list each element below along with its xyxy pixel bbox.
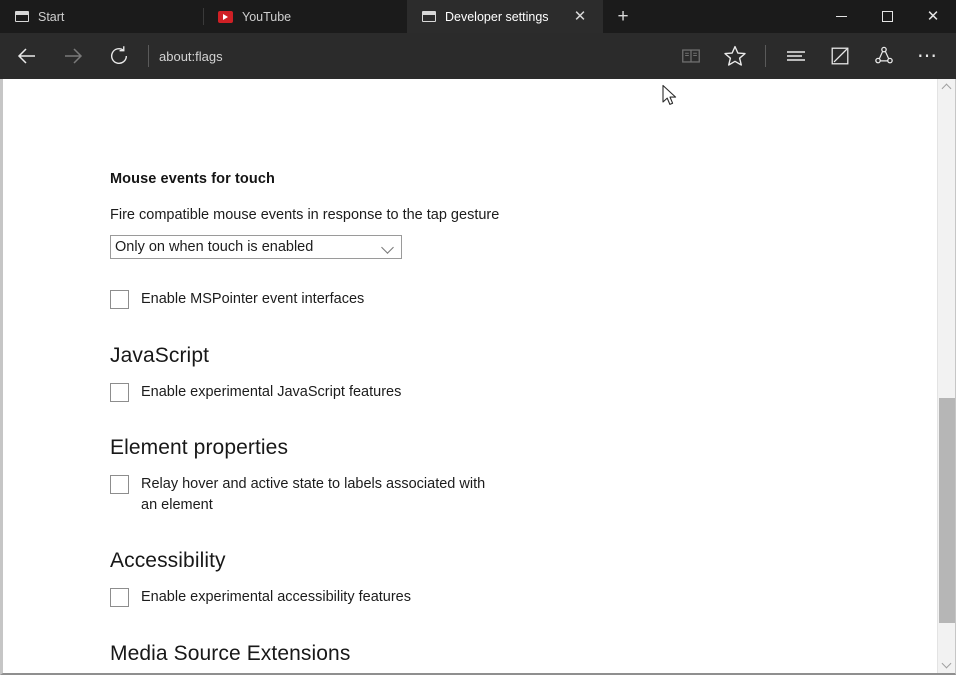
window-icon [421, 9, 436, 24]
back-button[interactable] [4, 36, 50, 76]
minimize-icon [835, 16, 847, 17]
tab-title: Developer settings [445, 9, 549, 24]
section-description: Fire compatible mouse events in response… [110, 207, 500, 223]
scroll-up-button[interactable] [938, 79, 955, 96]
scrollbar-thumb[interactable] [939, 398, 955, 624]
section-javascript: JavaScript Enable experimental JavaScrip… [110, 344, 937, 403]
window-icon [14, 9, 29, 24]
close-window-button[interactable]: ✕ [910, 0, 956, 33]
checkbox-enable-experimental-accessibility[interactable] [110, 588, 129, 608]
page-viewport: Mouse events for touch Fire compatible m… [0, 79, 956, 675]
section-mouse-events-for-touch: Mouse events for touch Fire compatible m… [110, 171, 937, 310]
maximize-button[interactable] [864, 0, 910, 33]
back-arrow-icon [17, 48, 35, 64]
share-icon [875, 46, 893, 64]
ellipsis-icon: ⋯ [917, 45, 939, 67]
share-button[interactable] [862, 36, 906, 76]
address-input[interactable]: about:flags [159, 49, 669, 64]
checkbox-row-relay-hover[interactable]: Relay hover and active state to labels a… [110, 474, 937, 515]
close-icon: ✕ [926, 8, 940, 25]
tab-youtube[interactable]: YouTube [204, 0, 407, 33]
section-element-properties: Element properties Relay hover and activ… [110, 436, 937, 515]
scrollbar-track[interactable] [938, 96, 955, 656]
pen-note-icon [831, 47, 849, 65]
minimize-button[interactable] [818, 0, 864, 33]
maximize-icon [881, 11, 893, 22]
refresh-button[interactable] [96, 36, 142, 76]
tab-strip: Start YouTube Developer settings ✕ + ✕ [0, 0, 956, 33]
checkbox-label: Enable MSPointer event interfaces [141, 291, 365, 307]
favorites-button[interactable] [713, 36, 757, 76]
navigation-toolbar: about:flags ⋯ [0, 33, 956, 79]
forward-button[interactable] [50, 36, 96, 76]
checkbox-row-experimental-accessibility[interactable]: Enable experimental accessibility featur… [110, 587, 937, 608]
section-heading: Element properties [110, 436, 289, 460]
chevron-down-icon [382, 241, 395, 254]
checkbox-row-experimental-javascript[interactable]: Enable experimental JavaScript features [110, 382, 937, 403]
reading-view-button[interactable] [669, 36, 713, 76]
tab-developer-settings[interactable]: Developer settings ✕ [407, 0, 603, 33]
checkbox-row-mspointer[interactable]: Enable MSPointer event interfaces [110, 289, 937, 310]
developer-settings-page: Mouse events for touch Fire compatible m… [3, 79, 937, 673]
hub-lines-icon [787, 51, 805, 61]
youtube-icon [218, 9, 233, 24]
tabstrip-drag-area [643, 0, 818, 33]
browser-window: Start YouTube Developer settings ✕ + ✕ a… [0, 0, 956, 675]
refresh-icon [111, 46, 128, 64]
checkbox-enable-mspointer[interactable] [110, 290, 129, 309]
tab-start[interactable]: Start [0, 0, 203, 33]
address-divider [148, 45, 149, 67]
tab-title: YouTube [242, 9, 292, 24]
checkbox-label: Relay hover and active state to labels a… [141, 476, 486, 513]
more-button[interactable]: ⋯ [906, 36, 950, 76]
page-scrollbar[interactable] [937, 79, 955, 673]
book-icon [682, 49, 700, 63]
section-heading: Mouse events for touch [110, 171, 275, 187]
chevron-down-icon [941, 658, 952, 669]
tab-title: Start [38, 9, 65, 24]
section-heading: Media Source Extensions [110, 641, 351, 665]
web-note-button[interactable] [818, 36, 862, 76]
toolbar-divider [765, 45, 766, 67]
section-media-source-extensions: Media Source Extensions Enable VP9 [110, 642, 937, 673]
forward-arrow-icon [65, 48, 83, 64]
tap-gesture-select[interactable]: Only on when touch is enabled [110, 235, 402, 259]
checkbox-label: Enable experimental accessibility featur… [141, 589, 411, 606]
star-icon [724, 45, 746, 66]
checkbox-enable-experimental-javascript[interactable] [110, 382, 129, 402]
section-heading: Accessibility [110, 549, 226, 573]
section-accessibility: Accessibility Enable experimental access… [110, 549, 937, 608]
select-value: Only on when touch is enabled [115, 239, 314, 255]
tap-gesture-select-row: Only on when touch is enabled [110, 235, 937, 259]
checkbox-label: Enable experimental JavaScript features [141, 383, 402, 400]
close-tab-icon[interactable]: ✕ [567, 4, 593, 30]
checkbox-relay-hover-active-state[interactable] [110, 475, 129, 495]
section-heading: JavaScript [110, 343, 210, 367]
scroll-down-button[interactable] [938, 656, 955, 673]
window-controls: ✕ [818, 0, 956, 33]
hub-button[interactable] [774, 36, 818, 76]
new-tab-button[interactable]: + [603, 0, 643, 33]
chevron-up-icon [941, 83, 952, 94]
